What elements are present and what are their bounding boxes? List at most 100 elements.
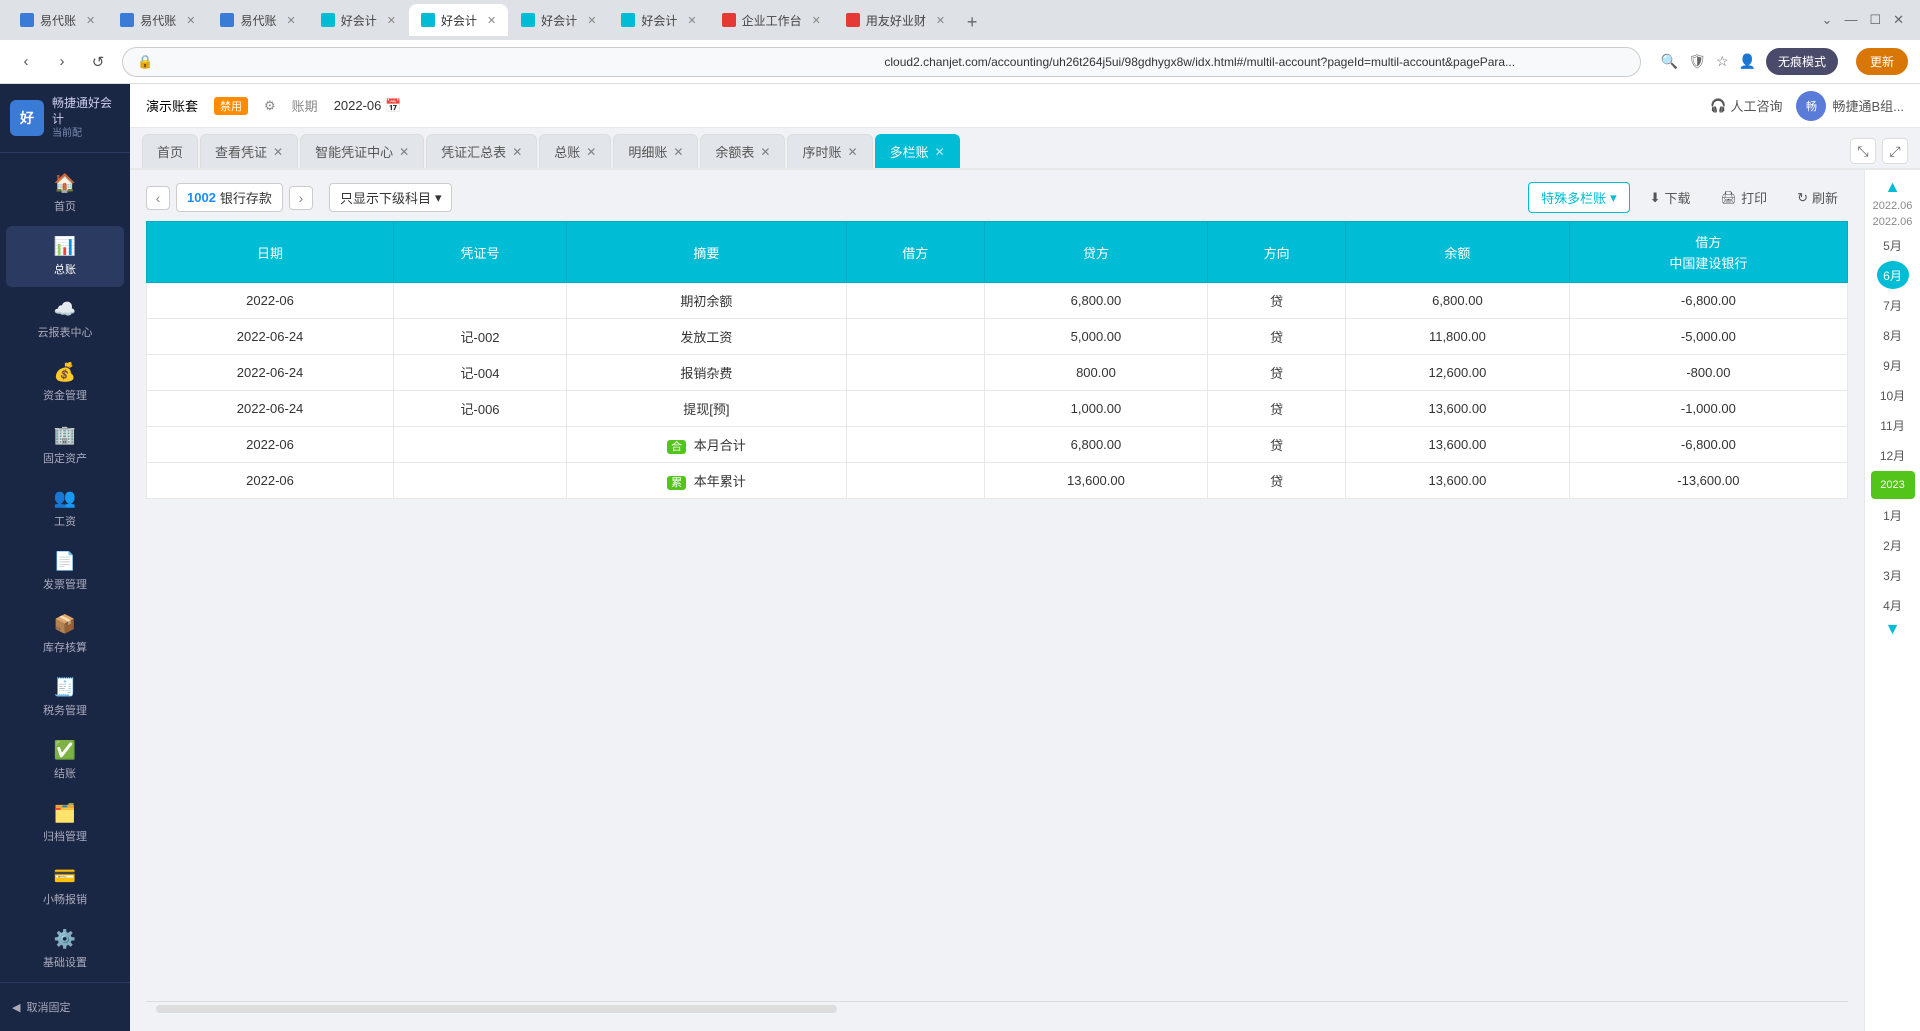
reload-button[interactable]: ↺ bbox=[84, 48, 112, 76]
month-12[interactable]: 12月 bbox=[1871, 441, 1915, 469]
tab-close-9[interactable]: ✕ bbox=[936, 14, 945, 27]
table-wrapper[interactable]: 日期 凭证号 摘要 借方 贷方 方向 余额 借方 bbox=[146, 221, 1848, 1001]
forward-button[interactable]: › bbox=[48, 48, 76, 76]
sidebar-item-archive[interactable]: 🗂️ 归档管理 bbox=[6, 793, 124, 854]
sidebar-item-home[interactable]: 🏠 首页 bbox=[6, 163, 124, 224]
back-button[interactable]: ‹ bbox=[12, 48, 40, 76]
sidebar-item-assets[interactable]: 🏢 固定资产 bbox=[6, 415, 124, 476]
cell-voucher-2[interactable]: 记-004 bbox=[394, 355, 567, 391]
sidebar-item-salary[interactable]: 👥 工资 bbox=[6, 478, 124, 539]
browser-tab-4[interactable]: 好会计 ✕ bbox=[309, 4, 408, 36]
month-3-2023[interactable]: 3月 bbox=[1871, 561, 1915, 589]
tab-close-3[interactable]: ✕ bbox=[286, 14, 295, 27]
address-bar[interactable]: 🔒 cloud2.chanjet.com/accounting/uh26t264… bbox=[122, 47, 1641, 77]
customer-service-button[interactable]: 🎧 人工咨询 bbox=[1710, 96, 1782, 115]
sidebar-item-inventory[interactable]: 📦 库存核算 bbox=[6, 604, 124, 665]
tab-close-1[interactable]: ✕ bbox=[86, 14, 95, 27]
profile-btn[interactable]: 👤 bbox=[1739, 53, 1756, 70]
sidebar-item-ledger[interactable]: 📊 总账 bbox=[6, 226, 124, 287]
browser-tab-3[interactable]: 易代账 ✕ bbox=[208, 4, 307, 36]
tab-sequence-close[interactable]: ✕ bbox=[848, 145, 858, 159]
new-tab-button[interactable]: + bbox=[958, 8, 986, 36]
month-4-2023[interactable]: 4月 bbox=[1871, 591, 1915, 619]
unpin-button[interactable]: ◀ 取消固定 bbox=[6, 993, 124, 1021]
month-2-2023[interactable]: 2月 bbox=[1871, 531, 1915, 559]
month-1-2023[interactable]: 1月 bbox=[1871, 501, 1915, 529]
tab-general-ledger[interactable]: 总账 ✕ bbox=[539, 134, 611, 168]
close-btn[interactable]: ✕ bbox=[1893, 12, 1904, 28]
collapse-icon-btn[interactable]: ⤡ bbox=[1850, 138, 1876, 164]
tab-close-4[interactable]: ✕ bbox=[387, 14, 396, 27]
star-icon[interactable]: ☆ bbox=[1716, 53, 1729, 70]
month-11[interactable]: 11月 bbox=[1871, 411, 1915, 439]
minimize-btn[interactable]: — bbox=[1844, 12, 1857, 28]
tab-balance-close[interactable]: ✕ bbox=[760, 145, 770, 159]
cell-date-0: 2022-06 bbox=[147, 283, 394, 319]
account-next-btn[interactable]: › bbox=[289, 186, 313, 210]
sidebar-item-invoice[interactable]: 📄 发票管理 bbox=[6, 541, 124, 602]
shield-icon[interactable]: 🛡 bbox=[1688, 53, 1706, 70]
tab-close-5[interactable]: ✕ bbox=[487, 14, 496, 27]
month-scroll-down[interactable]: ▼ bbox=[1877, 620, 1909, 640]
download-btn[interactable]: ⬇ 下载 bbox=[1640, 183, 1701, 212]
cell-voucher-1[interactable]: 记-002 bbox=[394, 319, 567, 355]
tab-multi-close[interactable]: ✕ bbox=[935, 145, 945, 159]
tab-summary[interactable]: 凭证汇总表 ✕ bbox=[426, 134, 537, 168]
browser-tab-6[interactable]: 好会计 ✕ bbox=[509, 4, 608, 36]
sidebar-item-settings[interactable]: ⚙️ 基础设置 bbox=[6, 919, 124, 980]
period-selector[interactable]: 2022-06 📅 bbox=[334, 98, 402, 114]
browser-tab-2[interactable]: 易代账 ✕ bbox=[108, 4, 207, 36]
sidebar-item-cloud-report[interactable]: ☁️ 云报表中心 bbox=[6, 289, 124, 350]
browser-tab-7[interactable]: 好会计 ✕ bbox=[609, 4, 708, 36]
account-prev-btn[interactable]: ‹ bbox=[146, 186, 170, 210]
cell-voucher-3[interactable]: 记-006 bbox=[394, 391, 567, 427]
tab-general-close[interactable]: ✕ bbox=[586, 145, 596, 159]
month-7[interactable]: 7月 bbox=[1871, 291, 1915, 319]
month-8[interactable]: 8月 bbox=[1871, 321, 1915, 349]
account-selector[interactable]: 1002 银行存款 bbox=[176, 183, 283, 212]
user-info[interactable]: 畅 畅捷通B组... bbox=[1796, 91, 1904, 121]
month-9[interactable]: 9月 bbox=[1871, 351, 1915, 379]
special-multicolumn-btn[interactable]: 特殊多栏账 ▾ bbox=[1528, 182, 1630, 213]
tab-detail-close[interactable]: ✕ bbox=[673, 145, 683, 159]
search-icon[interactable]: 🔍 bbox=[1661, 53, 1678, 70]
incognito-button[interactable]: 无痕模式 bbox=[1766, 48, 1838, 75]
tab-voucher-close[interactable]: ✕ bbox=[273, 145, 283, 159]
expand-icon-btn[interactable]: ⤢ bbox=[1882, 138, 1908, 164]
tab-list-btn[interactable]: ⌄ bbox=[1822, 12, 1833, 28]
browser-tab-8[interactable]: 企业工作台 ✕ bbox=[710, 4, 833, 36]
browser-tab-1[interactable]: 易代账 ✕ bbox=[8, 4, 107, 36]
tab-smart-voucher[interactable]: 智能凭证中心 ✕ bbox=[300, 134, 424, 168]
browser-tab-5[interactable]: 好会计 ✕ bbox=[409, 4, 508, 36]
tab-multicolumn[interactable]: 多栏账 ✕ bbox=[875, 134, 960, 168]
tab-smart-close[interactable]: ✕ bbox=[399, 145, 409, 159]
tab-close-8[interactable]: ✕ bbox=[812, 14, 821, 27]
month-10[interactable]: 10月 bbox=[1871, 381, 1915, 409]
refresh-btn[interactable]: ↻ 刷新 bbox=[1787, 183, 1848, 212]
tab-balance[interactable]: 余额表 ✕ bbox=[700, 134, 785, 168]
table-row: 2022-06 累 本年累计 13,600.00 贷 13, bbox=[147, 463, 1848, 499]
browser-tab-9[interactable]: 用友好业财 ✕ bbox=[834, 4, 957, 36]
update-button[interactable]: 更新 bbox=[1856, 48, 1908, 75]
tab-close-6[interactable]: ✕ bbox=[587, 14, 596, 27]
tab-home[interactable]: 首页 bbox=[142, 134, 198, 168]
tab-detail[interactable]: 明细账 ✕ bbox=[613, 134, 698, 168]
sidebar-item-tax[interactable]: 🧾 税务管理 bbox=[6, 667, 124, 728]
month-scroll-up[interactable]: ▲ bbox=[1877, 178, 1909, 198]
maximize-btn[interactable]: ☐ bbox=[1869, 12, 1881, 28]
print-btn[interactable]: 🖨 打印 bbox=[1711, 183, 1778, 212]
account-settings-icon[interactable]: ⚙ bbox=[264, 98, 276, 114]
tab-sequence[interactable]: 序时账 ✕ bbox=[787, 134, 872, 168]
tab-voucher[interactable]: 查看凭证 ✕ bbox=[200, 134, 298, 168]
sidebar-item-close[interactable]: ✅ 结账 bbox=[6, 730, 124, 791]
horizontal-scrollbar[interactable] bbox=[146, 1001, 1848, 1015]
month-6[interactable]: 6月 bbox=[1877, 261, 1909, 289]
tab-close-2[interactable]: ✕ bbox=[186, 14, 195, 27]
month-total-tag: 合 bbox=[667, 440, 686, 454]
sub-filter-dropdown[interactable]: 只显示下级科目 ▾ bbox=[329, 183, 453, 212]
sidebar-item-funds[interactable]: 💰 资金管理 bbox=[6, 352, 124, 413]
tab-close-7[interactable]: ✕ bbox=[687, 14, 696, 27]
sidebar-item-expense[interactable]: 💳 小畅报销 bbox=[6, 856, 124, 917]
tab-summary-close[interactable]: ✕ bbox=[512, 145, 522, 159]
month-5[interactable]: 5月 bbox=[1871, 231, 1915, 259]
